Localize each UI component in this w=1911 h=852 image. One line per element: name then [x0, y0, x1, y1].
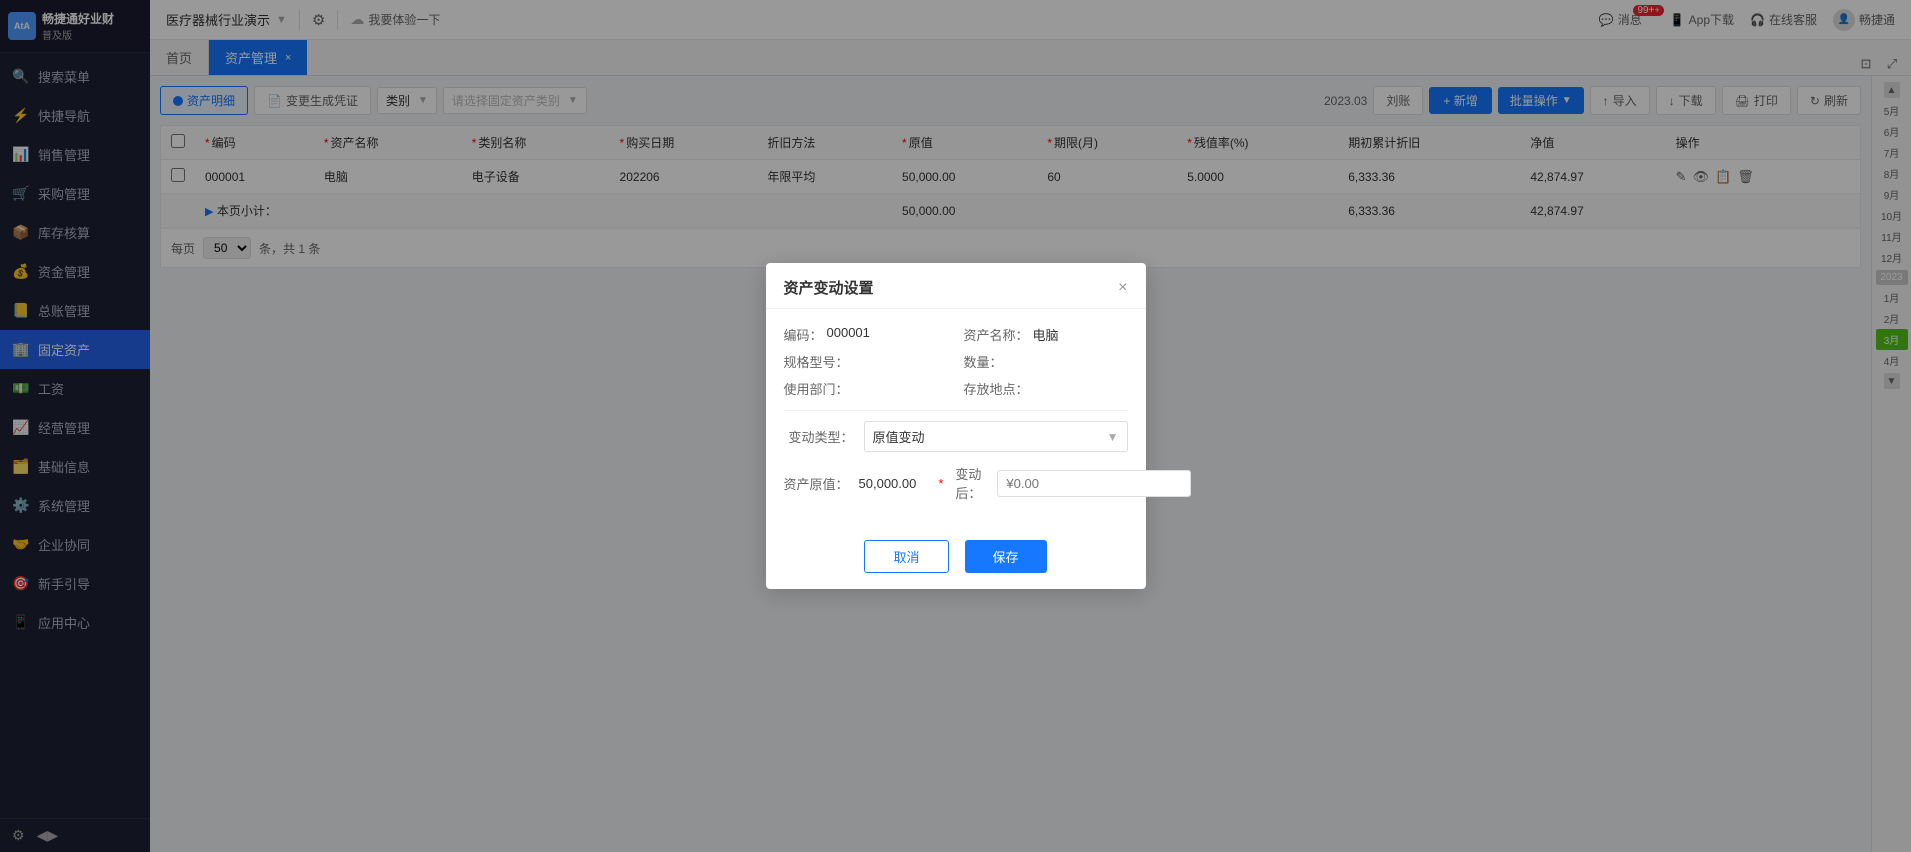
dialog-divider [784, 410, 1128, 411]
asset-change-dialog: 资产变动设置 × 编码： 000001 资产名称： 电脑 规格型号： 数量： [766, 263, 1146, 589]
change-type-label: 变动类型： [784, 427, 854, 446]
dialog-spec-item: 规格型号： [784, 352, 948, 371]
dialog-name-value: 电脑 [1033, 325, 1059, 344]
change-type-value: 原值变动 [873, 427, 1107, 446]
dialog-code-value: 000001 [827, 325, 870, 344]
dialog-info-grid: 编码： 000001 资产名称： 电脑 规格型号： 数量： 使用部门： [784, 325, 1128, 398]
modal-overlay: 资产变动设置 × 编码： 000001 资产名称： 电脑 规格型号： 数量： [0, 0, 1911, 852]
asset-value-row: 资产原值： 50,000.00 * 变动后： [784, 464, 1128, 502]
dialog-footer: 取消 保存 [766, 530, 1146, 589]
dialog-location-item: 存放地点： [964, 379, 1128, 398]
dialog-qty-item: 数量： [964, 352, 1128, 371]
dialog-close-button[interactable]: × [1118, 279, 1127, 297]
dialog-spec-label: 规格型号： [784, 352, 849, 371]
after-value-input[interactable] [997, 470, 1191, 497]
dialog-dept-label: 使用部门： [784, 379, 849, 398]
after-label: 变动后： [955, 464, 981, 502]
dialog-title: 资产变动设置 [784, 277, 874, 298]
change-type-arrow: ▼ [1107, 430, 1119, 444]
dialog-header: 资产变动设置 × [766, 263, 1146, 309]
dialog-name-label: 资产名称： [964, 325, 1029, 344]
required-star: * [938, 476, 943, 491]
dialog-dept-item: 使用部门： [784, 379, 948, 398]
cancel-button[interactable]: 取消 [864, 540, 948, 573]
dialog-qty-label: 数量： [964, 352, 1003, 371]
dialog-location-label: 存放地点： [964, 379, 1029, 398]
dialog-body: 编码： 000001 资产名称： 电脑 规格型号： 数量： 使用部门： [766, 309, 1146, 530]
dialog-code-item: 编码： 000001 [784, 325, 948, 344]
asset-value-label: 资产原值： [784, 474, 849, 493]
dialog-name-item: 资产名称： 电脑 [964, 325, 1128, 344]
change-type-select[interactable]: 原值变动 ▼ [864, 421, 1128, 452]
save-button[interactable]: 保存 [965, 540, 1047, 573]
asset-value-display: 50,000.00 [859, 476, 917, 491]
dialog-code-label: 编码： [784, 325, 823, 344]
change-type-row: 变动类型： 原值变动 ▼ [784, 421, 1128, 452]
